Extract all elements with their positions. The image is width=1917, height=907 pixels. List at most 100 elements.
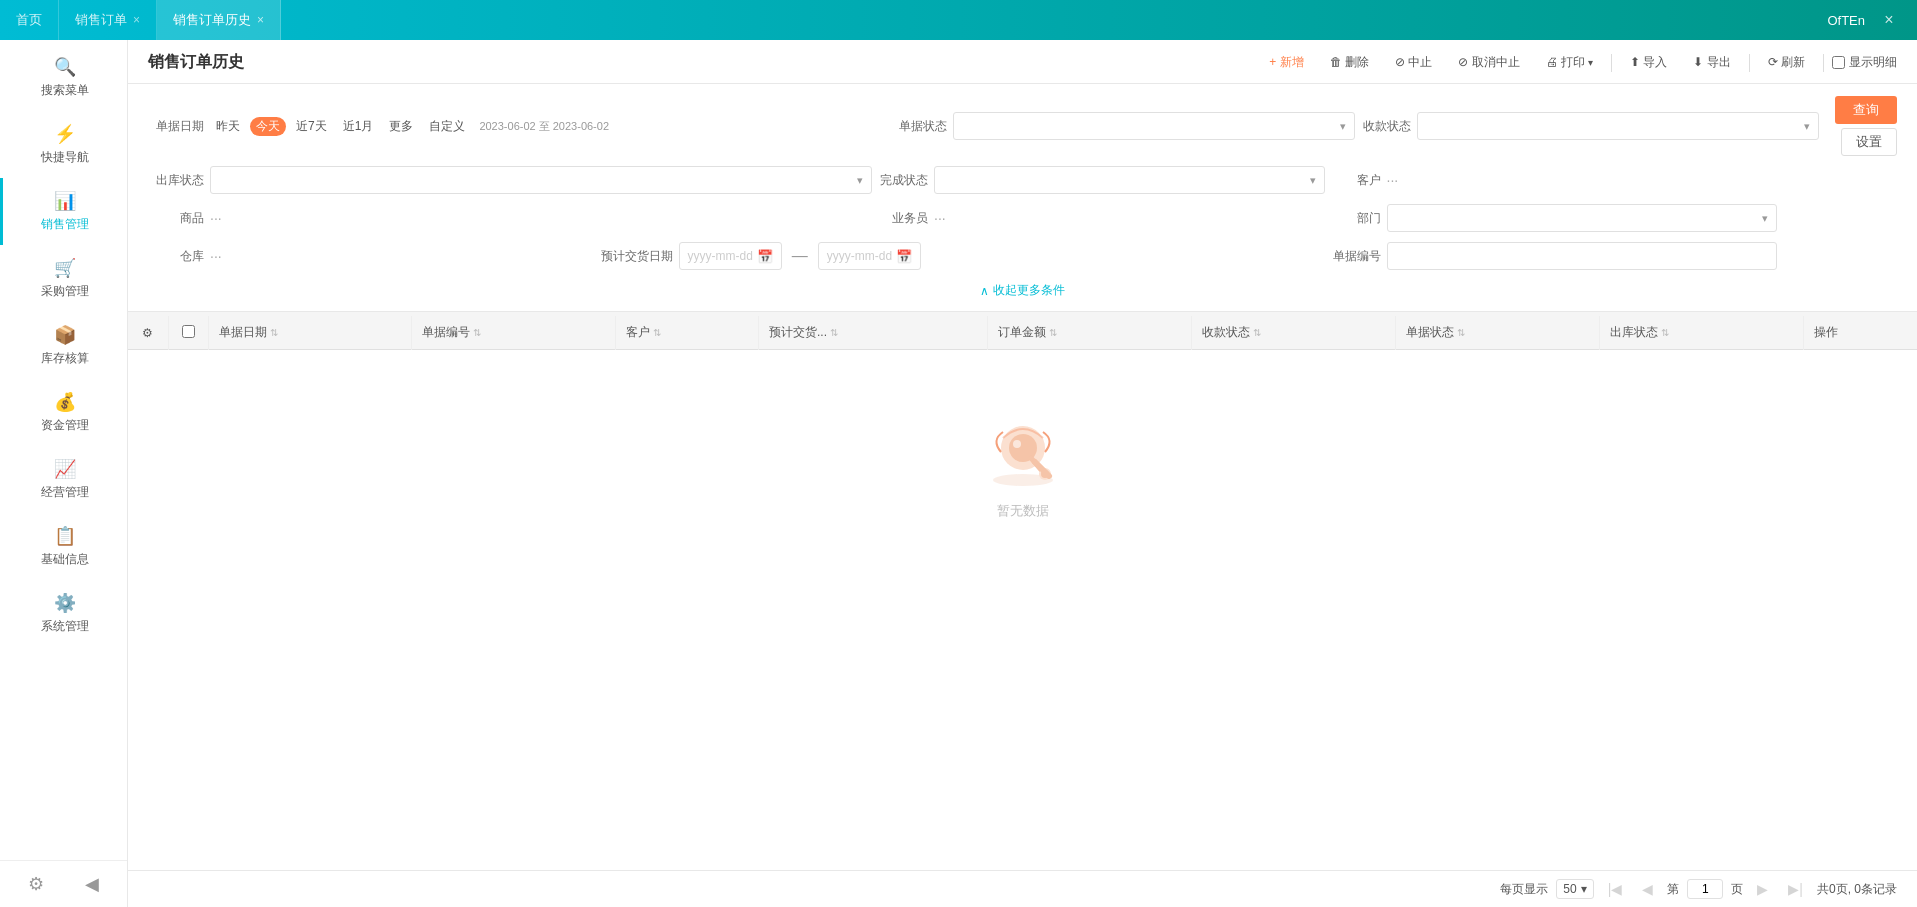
svg-point-3 — [1013, 440, 1021, 448]
filter-stock-out-select[interactable]: ▾ — [210, 166, 872, 194]
th-checkbox[interactable] — [168, 316, 208, 350]
sidebar-item-capital-mgmt[interactable]: 💰 资金管理 — [0, 379, 127, 446]
tab-sales-order-close[interactable]: × — [133, 13, 140, 27]
table-area: ⚙ 单据日期 ⇅ — [128, 316, 1917, 907]
sidebar: 🔍 搜索菜单 ⚡ 快捷导航 📊 销售管理 🛒 采购管理 📦 库存核算 💰 资金管… — [0, 40, 128, 907]
th-receipt-status-label: 收款状态 — [1202, 324, 1250, 341]
collapse-button[interactable]: ∧ 收起更多条件 — [980, 282, 1065, 299]
th-customer-label: 客户 — [626, 324, 650, 341]
display-detail-checkbox-label[interactable]: 显示明细 — [1832, 54, 1897, 71]
filter-warehouse-dots[interactable]: ··· — [210, 248, 222, 264]
date-btn-last1month[interactable]: 近1月 — [337, 117, 380, 136]
empty-icon — [973, 410, 1073, 490]
filter-item-expected-date: 预计交货日期 yyyy-mm-dd 📅 — yyyy-mm-dd 📅 — [601, 242, 1325, 270]
complete-status-dropdown-icon: ▾ — [1310, 174, 1316, 187]
sidebar-settings-icon[interactable]: ⚙ — [28, 873, 44, 895]
last-page-btn[interactable]: ▶| — [1782, 879, 1809, 899]
sidebar-item-quick-nav[interactable]: ⚡ 快捷导航 — [0, 111, 127, 178]
filter-complete-status-select[interactable]: ▾ — [934, 166, 1325, 194]
sort-customer-icon[interactable]: ⇅ — [653, 327, 661, 338]
new-button[interactable]: + 新增 — [1259, 50, 1313, 75]
tab-home[interactable]: 首页 — [0, 0, 59, 40]
page-number-input[interactable]: 1 — [1687, 879, 1723, 899]
filter-date-control: 昨天 今天 近7天 近1月 更多 自定义 2023-06-02 至 2023-0… — [210, 117, 891, 136]
filter-row-2: 出库状态 ▾ 完成状态 ▾ — [148, 166, 1897, 194]
filter-dept-select[interactable]: ▾ — [1387, 204, 1778, 232]
top-bar-close-btn[interactable]: × — [1873, 4, 1905, 36]
delete-button[interactable]: 🗑 删除 — [1320, 50, 1379, 75]
date-btn-custom[interactable]: 自定义 — [423, 117, 471, 136]
stock-out-dropdown-icon: ▾ — [857, 174, 863, 187]
top-bar: 首页 销售订单 × 销售订单历史 × OfTEn × — [0, 0, 1917, 40]
sort-bill-no-icon[interactable]: ⇅ — [473, 327, 481, 338]
filter-customer-dots[interactable]: ··· — [1387, 172, 1399, 188]
filter-expected-date-to[interactable]: yyyy-mm-dd 📅 — [818, 242, 921, 270]
display-detail-checkbox[interactable] — [1832, 56, 1845, 69]
filter-item-customer: 客户 ··· — [1325, 172, 1778, 189]
print-label: 🖨 打印 — [1546, 54, 1585, 71]
sidebar-item-basic-info[interactable]: 📋 基础信息 — [0, 513, 127, 580]
settings-icon[interactable]: ⚙ — [142, 326, 153, 340]
basic-info-icon: 📋 — [54, 525, 76, 547]
filter-receipt-status-select[interactable]: ▾ — [1417, 112, 1819, 140]
prev-page-btn[interactable]: ◀ — [1636, 879, 1659, 899]
stop-button[interactable]: ⊘ 中止 — [1385, 50, 1442, 75]
sort-stock-out-status-icon[interactable]: ⇅ — [1661, 327, 1669, 338]
tab-sales-order-history-close[interactable]: × — [257, 13, 264, 27]
select-all-checkbox[interactable] — [182, 325, 195, 338]
date-btn-yesterday[interactable]: 昨天 — [210, 117, 246, 136]
filter-item-goods: 商品 ··· — [148, 210, 872, 227]
filter-receipt-status-label: 收款状态 — [1355, 118, 1411, 135]
refresh-button[interactable]: ⟳ 刷新 — [1758, 50, 1815, 75]
print-dropdown-icon[interactable]: ▾ — [1588, 57, 1593, 68]
filter-goods-dots[interactable]: ··· — [210, 210, 222, 226]
sidebar-item-inventory-calc[interactable]: 📦 库存核算 — [0, 312, 127, 379]
sidebar-item-sys-mgmt[interactable]: ⚙️ 系统管理 — [0, 580, 127, 647]
first-page-btn[interactable]: |◀ — [1602, 879, 1629, 899]
sidebar-item-sales-mgmt[interactable]: 📊 销售管理 — [0, 178, 127, 245]
import-button[interactable]: ⬆ 导入 — [1620, 50, 1677, 75]
page-label-text: 第 — [1667, 881, 1679, 898]
toolbar: + 新增 🗑 删除 ⊘ 中止 ⊘ 取消中止 🖨 打印 ▾ ⬆ 导入 ⬇ 导出 ⟳… — [1259, 50, 1897, 75]
sort-expected-delivery-icon[interactable]: ⇅ — [830, 327, 838, 338]
next-page-btn[interactable]: ▶ — [1751, 879, 1774, 899]
filter-bill-no-input[interactable] — [1387, 242, 1778, 270]
sort-receipt-status-icon[interactable]: ⇅ — [1253, 327, 1261, 338]
th-operation: 操作 — [1803, 316, 1917, 350]
per-page-label: 每页显示 — [1500, 881, 1548, 898]
cancel-stop-button[interactable]: ⊘ 取消中止 — [1448, 50, 1529, 75]
date-btn-today[interactable]: 今天 — [250, 117, 286, 136]
sort-order-amount-icon[interactable]: ⇅ — [1049, 327, 1057, 338]
bill-status-dropdown-icon: ▾ — [1340, 120, 1346, 133]
filter-expected-date-from-text: yyyy-mm-dd — [688, 249, 753, 263]
sidebar-item-ops-mgmt[interactable]: 📈 经营管理 — [0, 446, 127, 513]
sidebar-item-purchase-mgmt[interactable]: 🛒 采购管理 — [0, 245, 127, 312]
filter-customer-label: 客户 — [1325, 172, 1381, 189]
th-stock-out-status-label: 出库状态 — [1610, 324, 1658, 341]
query-button[interactable]: 查询 — [1835, 96, 1897, 124]
tab-sales-order-history[interactable]: 销售订单历史 × — [157, 0, 281, 40]
filter-expected-date-to-text: yyyy-mm-dd — [827, 249, 892, 263]
sidebar-item-search-menu[interactable]: 🔍 搜索菜单 — [0, 44, 127, 111]
page-size-select[interactable]: 50 ▾ — [1556, 879, 1593, 899]
setting-button[interactable]: 设置 — [1841, 128, 1897, 156]
date-btn-more[interactable]: 更多 — [383, 117, 419, 136]
date-btn-last7days[interactable]: 近7天 — [290, 117, 333, 136]
sort-bill-date-icon[interactable]: ⇅ — [270, 327, 278, 338]
filter-expected-date-control: yyyy-mm-dd 📅 — yyyy-mm-dd 📅 — [679, 242, 1325, 270]
sidebar-collapse-icon[interactable]: ◀ — [85, 873, 99, 895]
filter-expected-date-from[interactable]: yyyy-mm-dd 📅 — [679, 242, 782, 270]
sort-bill-status-icon[interactable]: ⇅ — [1457, 327, 1465, 338]
toolbar-divider-1 — [1611, 54, 1612, 72]
th-bill-status: 单据状态 ⇅ — [1396, 316, 1600, 350]
print-button[interactable]: 🖨 打印 ▾ — [1536, 50, 1603, 75]
th-operation-label: 操作 — [1814, 325, 1838, 339]
export-button[interactable]: ⬇ 导出 — [1683, 50, 1740, 75]
collapse-label: 收起更多条件 — [993, 282, 1065, 299]
filter-bill-status-select[interactable]: ▾ — [953, 112, 1355, 140]
filter-item-warehouse: 仓库 ··· — [148, 248, 601, 265]
th-settings[interactable]: ⚙ — [128, 316, 168, 350]
sidebar-item-quick-nav-label: 快捷导航 — [41, 149, 89, 166]
filter-sales-rep-dots[interactable]: ··· — [934, 210, 946, 226]
tab-sales-order[interactable]: 销售订单 × — [59, 0, 157, 40]
